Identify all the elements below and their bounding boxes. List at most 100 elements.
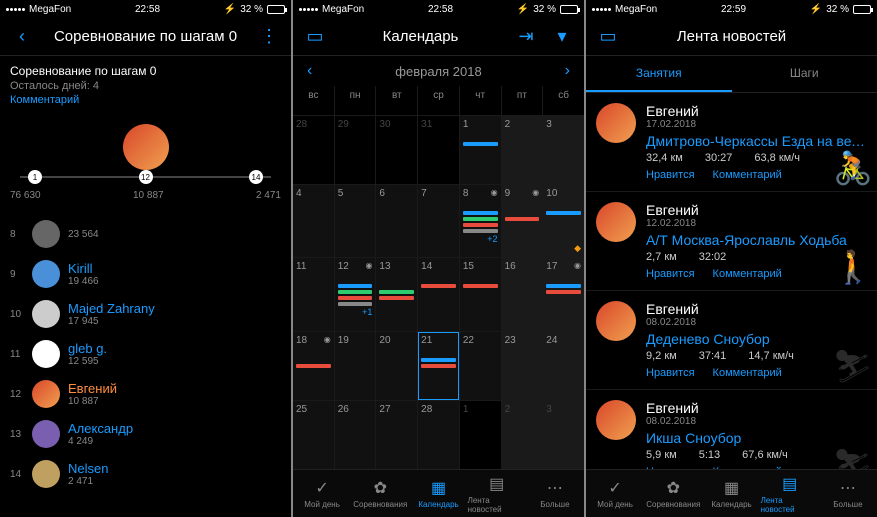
inbox-icon[interactable]: ▭ (303, 25, 327, 49)
like-button[interactable]: Нравится (646, 367, 695, 379)
user-score: 17 945 (68, 316, 281, 327)
back-icon[interactable]: ‹ (10, 25, 34, 49)
calendar-day[interactable]: 6 (376, 185, 417, 257)
calendar-day[interactable]: 30 (376, 116, 417, 184)
nav-competitions[interactable]: ✿Соревнования (351, 470, 409, 517)
activity-bar (463, 223, 498, 227)
leaderboard-row[interactable]: 11 gleb g. 12 595 (10, 334, 281, 374)
laurel-icon: ✿ (374, 478, 387, 498)
calendar-day[interactable]: 16 (502, 258, 543, 330)
activity-bar (296, 364, 331, 368)
calendar-day[interactable]: 5 (335, 185, 376, 257)
calendar-day[interactable]: 3 (543, 401, 584, 469)
calendar-day[interactable]: 27 (376, 401, 417, 469)
import-icon[interactable]: ⇥ (514, 25, 538, 49)
progress-label: 10 887 (133, 190, 164, 201)
calendar-day[interactable]: 10◆ (543, 185, 584, 257)
calendar-day[interactable]: 2 (502, 401, 543, 469)
like-button[interactable]: Нравится (646, 466, 695, 469)
nav-calendar[interactable]: ▦Календарь (409, 470, 467, 517)
day-of-week: вт (376, 86, 417, 115)
leaderboard-row[interactable]: 9 Kirill 19 466 (10, 254, 281, 294)
calendar-day[interactable]: 22 (460, 332, 501, 400)
calendar-day[interactable]: 12◉+1 (335, 258, 376, 330)
calendar-day[interactable]: 25 (293, 401, 334, 469)
comment-button[interactable]: Комментарий (713, 268, 782, 280)
comment-button[interactable]: Комментарий (713, 169, 782, 181)
calendar-day[interactable]: 19 (335, 332, 376, 400)
calendar-day[interactable]: 24 (543, 332, 584, 400)
calendar-day[interactable]: 11 (293, 258, 334, 330)
calendar-day[interactable]: 18◉ (293, 332, 334, 400)
news-icon: ▤ (489, 474, 504, 494)
day-of-week: пн (335, 86, 376, 115)
progress-widget: 1 12 14 76 630 10 887 2 471 (0, 124, 291, 214)
comment-link[interactable]: Комментарий (10, 94, 281, 106)
calendar-day[interactable]: 8◉+2 (460, 185, 501, 257)
nav-calendar[interactable]: ▦Календарь (702, 470, 760, 517)
activity-bar (463, 211, 498, 215)
calendar-day[interactable]: 28 (293, 116, 334, 184)
avatar (596, 301, 636, 341)
comment-button[interactable]: Комментарий (713, 466, 782, 469)
page-title: Лента новостей (620, 28, 843, 45)
feed-item[interactable]: Евгений 08.02.2018 Деденево Сноубор 9,2 … (586, 291, 877, 390)
calendar-day[interactable]: 23 (502, 332, 543, 400)
nav-myday[interactable]: ✓Мой день (293, 470, 351, 517)
nav-feed[interactable]: ▤Лента новостей (761, 470, 819, 517)
user-name: Majed Zahrany (68, 301, 281, 316)
filter-icon[interactable]: ▾ (550, 25, 574, 49)
calendar-day[interactable]: 17◉ (543, 258, 584, 330)
calendar-day[interactable]: 31 (418, 116, 459, 184)
nav-feed[interactable]: ▤Лента новостей (468, 470, 526, 517)
calendar-day[interactable]: 1 (460, 401, 501, 469)
calendar-day[interactable]: 14 (418, 258, 459, 330)
menu-icon[interactable]: ⋮ (257, 25, 281, 49)
comment-button[interactable]: Комментарий (713, 367, 782, 379)
leaderboard-row[interactable]: 14 Nelsen 2 471 (10, 454, 281, 494)
tab-steps[interactable]: Шаги (732, 56, 877, 92)
activity-bar (546, 290, 581, 294)
nav-more[interactable]: ⋯Больше (526, 470, 584, 517)
tab-activities[interactable]: Занятия (586, 56, 732, 92)
like-button[interactable]: Нравится (646, 268, 695, 280)
like-button[interactable]: Нравится (646, 169, 695, 181)
nav-competitions[interactable]: ✿Соревнования (644, 470, 702, 517)
prev-month-icon[interactable]: ‹ (307, 62, 312, 80)
avatar (32, 300, 60, 328)
calendar-day[interactable]: 26 (335, 401, 376, 469)
stat-speed: 67,6 км/ч (742, 449, 788, 461)
progress-marker: 14 (249, 170, 263, 184)
stat-time: 37:41 (699, 350, 727, 362)
calendar-day[interactable]: 21 (418, 332, 459, 400)
feed-item[interactable]: Евгений 08.02.2018 Икша Сноубор 5,9 км 5… (586, 390, 877, 469)
leaderboard-row[interactable]: 8 23 564 (10, 214, 281, 254)
calendar-day[interactable]: 3 (543, 116, 584, 184)
feed-date: 08.02.2018 (646, 416, 867, 427)
avatar (32, 380, 60, 408)
leaderboard-row[interactable]: 13 Александр 4 249 (10, 414, 281, 454)
next-month-icon[interactable]: › (565, 62, 570, 80)
inbox-icon[interactable]: ▭ (596, 25, 620, 49)
calendar-day[interactable]: 1 (460, 116, 501, 184)
status-bar: MegaFon 22:58 ⚡32 % (293, 0, 584, 18)
calendar-day[interactable]: 9◉ (502, 185, 543, 257)
calendar-day[interactable]: 7 (418, 185, 459, 257)
calendar-day[interactable]: 28 (418, 401, 459, 469)
feed-item[interactable]: Евгений 17.02.2018 Дмитрово-Черкассы Езд… (586, 93, 877, 192)
feed-user: Евгений (646, 103, 867, 119)
calendar-day[interactable]: 20 (376, 332, 417, 400)
avatar (596, 400, 636, 440)
calendar-day[interactable]: 15 (460, 258, 501, 330)
activity-bar (463, 229, 498, 233)
leaderboard-row[interactable]: 10 Majed Zahrany 17 945 (10, 294, 281, 334)
nav-more[interactable]: ⋯Больше (819, 470, 877, 517)
feed-item[interactable]: Евгений 12.02.2018 А/Т Москва-Ярославль … (586, 192, 877, 291)
nav-myday[interactable]: ✓Мой день (586, 470, 644, 517)
calendar-day[interactable]: 2 (502, 116, 543, 184)
calendar-day[interactable]: 13 (376, 258, 417, 330)
calendar-day[interactable]: 29 (335, 116, 376, 184)
leaderboard-row[interactable]: 12 Евгений 10 887 (10, 374, 281, 414)
calendar-day[interactable]: 4 (293, 185, 334, 257)
rank: 9 (10, 269, 24, 280)
